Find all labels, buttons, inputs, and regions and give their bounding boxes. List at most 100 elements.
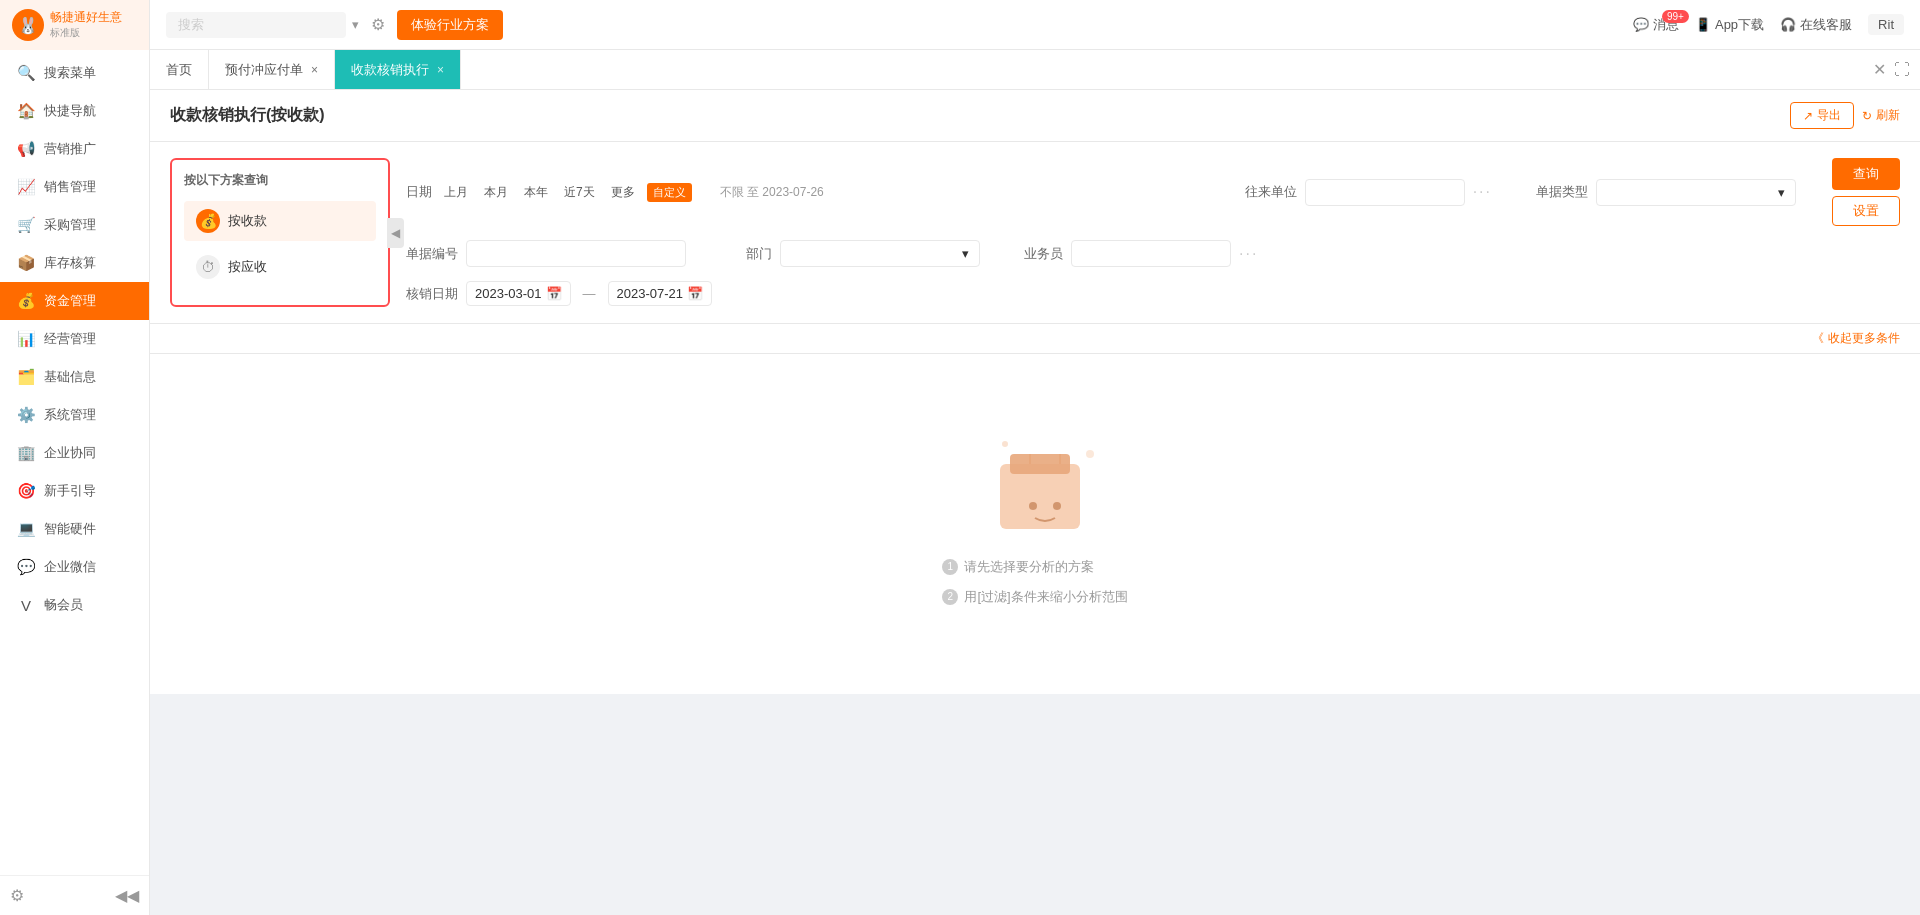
cancel-date-to-input[interactable]: 2023-07-21 📅 bbox=[608, 281, 713, 306]
prepay-tab-label: 预付冲应付单 bbox=[225, 61, 303, 79]
counterpart-label: 往来单位 bbox=[1245, 183, 1297, 201]
export-button[interactable]: ↗ 导出 bbox=[1790, 102, 1854, 129]
sidebar-logo: 🐰 畅捷通好生意 标准版 bbox=[0, 0, 149, 50]
empty-step-1: 1 请先选择要分析的方案 bbox=[942, 554, 1127, 580]
sidebar-icon-hardware: 💻 bbox=[16, 520, 36, 538]
sidebar-item-shortcut[interactable]: 🏠快捷导航 bbox=[0, 92, 149, 130]
content-area: 收款核销执行(按收款) ↗ 导出 ↻ 刷新 按以下方案查询 💰 按收款 bbox=[150, 90, 1920, 915]
solution-button[interactable]: 体验行业方案 bbox=[397, 10, 503, 40]
phone-icon: 📱 bbox=[1695, 17, 1711, 32]
receipt-icon: 💰 bbox=[196, 209, 220, 233]
close-tab-icon[interactable]: ✕ bbox=[1873, 60, 1886, 79]
message-button[interactable]: 💬 消息 99+ bbox=[1633, 16, 1679, 34]
settings-icon[interactable]: ⚙ bbox=[10, 886, 24, 905]
sidebar-item-operation[interactable]: 📊经营管理 bbox=[0, 320, 149, 358]
dept-select[interactable]: ▾ bbox=[780, 240, 980, 267]
filter-by-receivable[interactable]: ⏱ 按应收 bbox=[184, 247, 376, 287]
prepay-tab-close-icon[interactable]: × bbox=[311, 63, 318, 77]
refresh-button[interactable]: ↻ 刷新 bbox=[1862, 102, 1900, 129]
salesman-dots-icon[interactable]: ··· bbox=[1239, 245, 1258, 263]
sidebar-item-purchase[interactable]: 🛒采购管理 bbox=[0, 206, 149, 244]
empty-text: 1 请先选择要分析的方案 2 用[过滤]条件来缩小分析范围 bbox=[942, 554, 1127, 614]
date-tab-this-year[interactable]: 本年 bbox=[520, 182, 552, 203]
gear-icon[interactable]: ⚙ bbox=[371, 15, 385, 34]
date-custom-badge[interactable]: 自定义 bbox=[647, 183, 692, 202]
sidebar-item-hardware[interactable]: 💻智能硬件 bbox=[0, 510, 149, 548]
counterpart-input[interactable] bbox=[1305, 179, 1465, 206]
doc-no-field: 单据编号 bbox=[406, 240, 686, 267]
doc-no-label: 单据编号 bbox=[406, 245, 458, 263]
salesman-label: 业务员 bbox=[1024, 245, 1063, 263]
app-download-button[interactable]: 📱 App下载 bbox=[1695, 16, 1764, 34]
export-icon: ↗ bbox=[1803, 109, 1813, 123]
date-tab-7days[interactable]: 近7天 bbox=[560, 182, 599, 203]
logo-icon: 🐰 bbox=[12, 9, 44, 41]
tabbar: 首页 预付冲应付单 × 收款核销执行 × ✕ ⛶ bbox=[150, 50, 1920, 90]
sidebar-item-search[interactable]: 🔍搜索菜单 bbox=[0, 54, 149, 92]
doc-no-input[interactable] bbox=[466, 240, 686, 267]
collapse-sidebar-icon[interactable]: ◀◀ bbox=[115, 886, 139, 905]
sidebar-item-sales[interactable]: 📈销售管理 bbox=[0, 168, 149, 206]
user-avatar[interactable]: Rit bbox=[1868, 14, 1904, 35]
empty-step-2-text: 用[过滤]条件来缩小分析范围 bbox=[964, 584, 1127, 610]
sidebar-label-search: 搜索菜单 bbox=[44, 64, 96, 82]
page-title: 收款核销执行(按收款) bbox=[170, 105, 325, 126]
sidebar-item-guide[interactable]: 🎯 新手引导 bbox=[0, 472, 149, 510]
date-separator: — bbox=[583, 286, 596, 301]
filter-fields: 日期 上月 本月 本年 近7天 更多 自定义 不限 至 2023-07-26 bbox=[406, 158, 1900, 307]
sidebar-icon-sales: 📈 bbox=[16, 178, 36, 196]
step-2-num: 2 bbox=[942, 589, 958, 605]
page-header: 收款核销执行(按收款) ↗ 导出 ↻ 刷新 bbox=[150, 90, 1920, 142]
date-tab-last-month[interactable]: 上月 bbox=[440, 182, 472, 203]
sidebar-item-corp[interactable]: 🏢企业协同 bbox=[0, 434, 149, 472]
query-button[interactable]: 查询 bbox=[1832, 158, 1900, 190]
online-service-button[interactable]: 🎧 在线客服 bbox=[1780, 16, 1852, 34]
collect-tab-close-icon[interactable]: × bbox=[437, 63, 444, 77]
svg-point-6 bbox=[1002, 441, 1008, 447]
dept-label: 部门 bbox=[746, 245, 772, 263]
by-receivable-label: 按应收 bbox=[228, 258, 267, 276]
collect-tab-label: 收款核销执行 bbox=[351, 61, 429, 79]
date-tab-more[interactable]: 更多 bbox=[607, 182, 639, 203]
sidebar-item-finance[interactable]: 💰资金管理 bbox=[0, 282, 149, 320]
main: 搜索 ▾ ⚙ 体验行业方案 💬 消息 99+ 📱 App下载 🎧 在线客服 Ri… bbox=[150, 0, 1920, 915]
calendar-to-icon[interactable]: 📅 bbox=[687, 286, 703, 301]
expand-icon[interactable]: ⛶ bbox=[1894, 61, 1910, 79]
sidebar-icon-guide: 🎯 bbox=[16, 482, 36, 500]
cancel-date-from-input[interactable]: 2023-03-01 📅 bbox=[466, 281, 571, 306]
svg-point-7 bbox=[1086, 450, 1094, 458]
collapse-filter-left-button[interactable]: ◀ bbox=[387, 218, 404, 248]
sidebar-item-marketing[interactable]: 📢营销推广 bbox=[0, 130, 149, 168]
dropdown-arrow-icon[interactable]: ▾ bbox=[352, 17, 359, 32]
counterpart-dots-icon[interactable]: ··· bbox=[1473, 183, 1492, 201]
sidebar-item-member[interactable]: V畅会员 bbox=[0, 586, 149, 624]
setting-button[interactable]: 设置 bbox=[1832, 196, 1900, 226]
filter-area: 按以下方案查询 💰 按收款 ⏱ 按应收 ◀ 日期 bbox=[150, 142, 1920, 324]
sidebar-item-basic[interactable]: 🗂️基础信息 bbox=[0, 358, 149, 396]
filter-scheme-panel: 按以下方案查询 💰 按收款 ⏱ 按应收 ◀ bbox=[170, 158, 390, 307]
tab-prepay[interactable]: 预付冲应付单 × bbox=[209, 50, 335, 89]
sidebar-nav: 🔍搜索菜单🏠快捷导航📢营销推广📈销售管理🛒采购管理📦库存核算💰资金管理📊经营管理… bbox=[0, 50, 149, 875]
message-icon: 💬 bbox=[1633, 17, 1649, 32]
date-range-display: 不限 至 2023-07-26 bbox=[720, 184, 824, 201]
sidebar-item-wechat[interactable]: 💬企业微信 bbox=[0, 548, 149, 586]
collapse-more-button[interactable]: 《 收起更多条件 bbox=[1812, 330, 1900, 347]
logo-text: 畅捷通好生意 bbox=[50, 10, 122, 26]
filter-by-receipt[interactable]: 💰 按收款 bbox=[184, 201, 376, 241]
sidebar-item-system[interactable]: ⚙️系统管理 bbox=[0, 396, 149, 434]
date-filter-field: 日期 上月 本月 本年 近7天 更多 自定义 bbox=[406, 182, 692, 203]
calendar-from-icon[interactable]: 📅 bbox=[546, 286, 562, 301]
doc-type-select[interactable]: ▾ bbox=[1596, 179, 1796, 206]
receivable-icon: ⏱ bbox=[196, 255, 220, 279]
cancel-date-field: 核销日期 2023-03-01 📅 — 2023-07-21 📅 bbox=[406, 281, 712, 306]
sidebar-item-inventory[interactable]: 📦库存核算 bbox=[0, 244, 149, 282]
svg-point-2 bbox=[1029, 502, 1037, 510]
tab-collect[interactable]: 收款核销执行 × bbox=[335, 50, 461, 89]
salesman-input[interactable] bbox=[1071, 240, 1231, 267]
sidebar-label-guide: 新手引导 bbox=[44, 482, 96, 500]
tab-home[interactable]: 首页 bbox=[150, 50, 209, 89]
date-tab-this-month[interactable]: 本月 bbox=[480, 182, 512, 203]
step-1-num: 1 bbox=[942, 559, 958, 575]
home-tab-label: 首页 bbox=[166, 61, 192, 79]
message-badge: 99+ bbox=[1662, 10, 1689, 23]
